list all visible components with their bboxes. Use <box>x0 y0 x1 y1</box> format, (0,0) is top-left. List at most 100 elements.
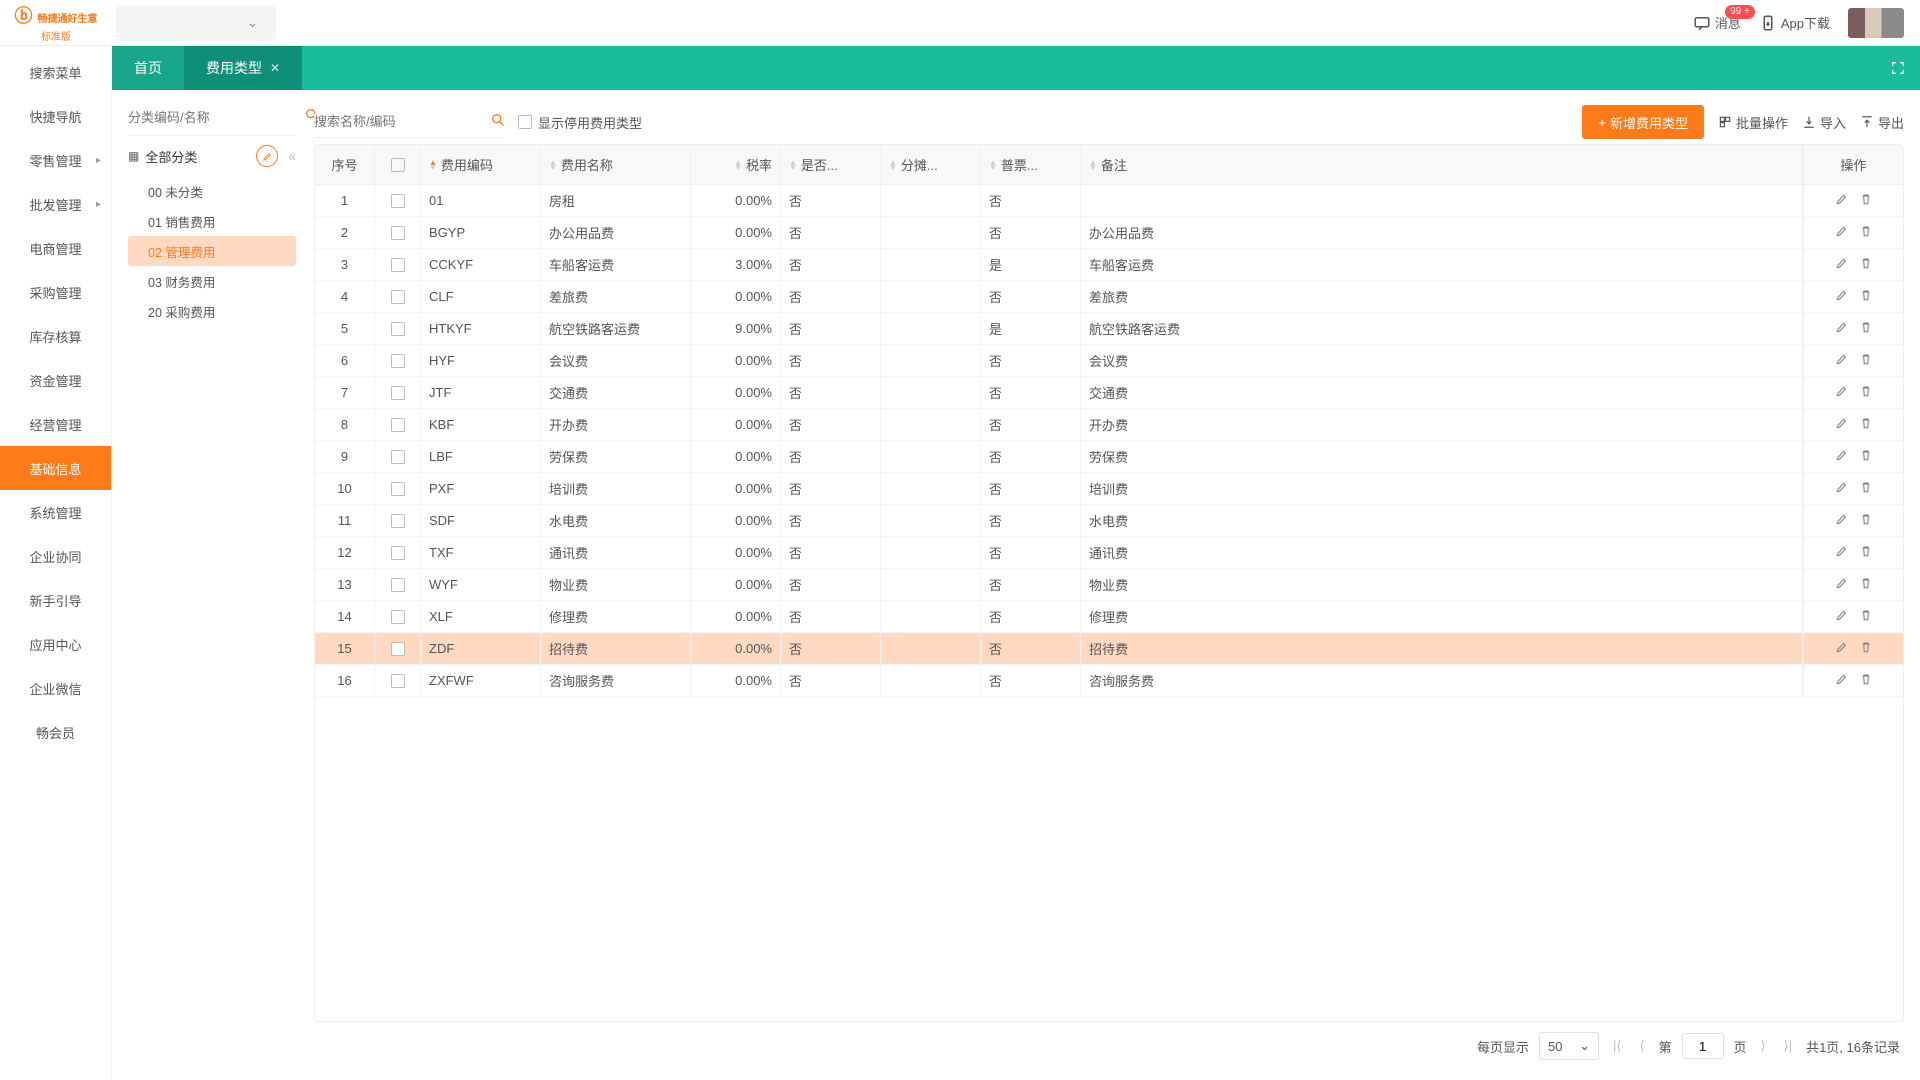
cell-checkbox[interactable] <box>375 537 421 568</box>
delete-row-button[interactable] <box>1859 608 1873 625</box>
delete-row-button[interactable] <box>1859 416 1873 433</box>
edit-row-button[interactable] <box>1835 320 1849 337</box>
table-row[interactable]: 16ZXFWF咨询服务费0.00%否否咨询服务费 <box>315 665 1903 697</box>
cell-checkbox[interactable] <box>375 313 421 344</box>
table-row[interactable]: 7JTF交通费0.00%否否交通费 <box>315 377 1903 409</box>
edit-row-button[interactable] <box>1835 608 1849 625</box>
category-item[interactable]: 02 管理费用 <box>128 236 296 266</box>
prev-page-button[interactable]: ⟨ <box>1635 1038 1648 1054</box>
cell-checkbox[interactable] <box>375 569 421 600</box>
col-bool2[interactable]: ▲▼分摊... <box>881 145 981 184</box>
cell-checkbox[interactable] <box>375 409 421 440</box>
delete-row-button[interactable] <box>1859 288 1873 305</box>
edit-row-button[interactable] <box>1835 192 1849 209</box>
new-expense-type-button[interactable]: + 新增费用类型 <box>1582 105 1704 139</box>
delete-row-button[interactable] <box>1859 224 1873 241</box>
edit-row-button[interactable] <box>1835 544 1849 561</box>
cell-checkbox[interactable] <box>375 217 421 248</box>
category-item[interactable]: 00 未分类 <box>128 176 296 206</box>
category-item[interactable]: 01 销售费用 <box>128 206 296 236</box>
table-row[interactable]: 10PXF培训费0.00%否否培训费 <box>315 473 1903 505</box>
per-page-select[interactable]: 50 ⌄ <box>1539 1032 1599 1060</box>
col-index[interactable]: 序号 <box>315 145 375 184</box>
edit-row-button[interactable] <box>1835 288 1849 305</box>
category-item[interactable]: 03 财务费用 <box>128 266 296 296</box>
category-search-input[interactable] <box>128 110 304 125</box>
cell-checkbox[interactable] <box>375 473 421 504</box>
cell-checkbox[interactable] <box>375 281 421 312</box>
cell-checkbox[interactable] <box>375 345 421 376</box>
table-row[interactable]: 13WYF物业费0.00%否否物业费 <box>315 569 1903 601</box>
edit-row-button[interactable] <box>1835 672 1849 689</box>
cell-checkbox[interactable] <box>375 665 421 696</box>
table-row[interactable]: 4CLF差旅费0.00%否否差旅费 <box>315 281 1903 313</box>
edit-row-button[interactable] <box>1835 448 1849 465</box>
sidebar-item[interactable]: 经营管理 <box>0 402 111 446</box>
category-edit-button[interactable] <box>256 145 278 167</box>
category-all-label[interactable]: 全部分类 <box>145 147 250 166</box>
edit-row-button[interactable] <box>1835 256 1849 273</box>
col-rate[interactable]: ▲▼税率 <box>691 145 781 184</box>
table-row[interactable]: 15ZDF招待费0.00%否否招待费 <box>315 633 1903 665</box>
table-row[interactable]: 5HTKYF航空铁路客运费9.00%否是航空铁路客运费 <box>315 313 1903 345</box>
fullscreen-button[interactable] <box>1876 46 1920 90</box>
edit-row-button[interactable] <box>1835 416 1849 433</box>
last-page-button[interactable]: ⟩| <box>1780 1038 1796 1054</box>
first-page-button[interactable]: |⟨ <box>1609 1038 1625 1054</box>
show-disabled-checkbox[interactable]: 显示停用费用类型 <box>518 113 642 132</box>
sidebar-item[interactable]: 基础信息 <box>0 446 111 490</box>
close-icon[interactable]: ✕ <box>270 61 280 75</box>
delete-row-button[interactable] <box>1859 672 1873 689</box>
messages-button[interactable]: 消息 99 + <box>1693 13 1741 32</box>
sidebar-item[interactable]: 搜索菜单 <box>0 50 111 94</box>
org-selector[interactable]: ⌄ <box>116 5 276 41</box>
app-download-button[interactable]: App下载 <box>1759 13 1830 32</box>
sidebar-item[interactable]: 快捷导航 <box>0 94 111 138</box>
sidebar-item[interactable]: 企业协同 <box>0 534 111 578</box>
edit-row-button[interactable] <box>1835 480 1849 497</box>
sidebar-item[interactable]: 采购管理 <box>0 270 111 314</box>
sidebar-item[interactable]: 畅会员 <box>0 710 111 754</box>
table-row[interactable]: 2BGYP办公用品费0.00%否否办公用品费 <box>315 217 1903 249</box>
edit-row-button[interactable] <box>1835 512 1849 529</box>
col-name[interactable]: ▲▼费用名称 <box>541 145 691 184</box>
col-bool3[interactable]: ▲▼普票... <box>981 145 1081 184</box>
table-row[interactable]: 12TXF通讯费0.00%否否通讯费 <box>315 537 1903 569</box>
sidebar-item[interactable]: 系统管理 <box>0 490 111 534</box>
cell-checkbox[interactable] <box>375 633 421 664</box>
sidebar-item[interactable]: 应用中心 <box>0 622 111 666</box>
table-row[interactable]: 8KBF开办费0.00%否否开办费 <box>315 409 1903 441</box>
table-row[interactable]: 11SDF水电费0.00%否否水电费 <box>315 505 1903 537</box>
sidebar-item[interactable]: 零售管理▸ <box>0 138 111 182</box>
cell-checkbox[interactable] <box>375 185 421 216</box>
tab-home[interactable]: 首页 <box>112 46 184 90</box>
table-row[interactable]: 9LBF劳保费0.00%否否劳保费 <box>315 441 1903 473</box>
delete-row-button[interactable] <box>1859 480 1873 497</box>
edit-row-button[interactable] <box>1835 384 1849 401</box>
delete-row-button[interactable] <box>1859 640 1873 657</box>
collapse-panel-icon[interactable]: « <box>288 148 296 164</box>
search-icon[interactable] <box>490 112 506 131</box>
sidebar-item[interactable]: 新手引导 <box>0 578 111 622</box>
col-note[interactable]: ▲▼备注 <box>1081 145 1803 184</box>
avatar[interactable] <box>1848 8 1904 38</box>
delete-row-button[interactable] <box>1859 448 1873 465</box>
delete-row-button[interactable] <box>1859 384 1873 401</box>
cell-checkbox[interactable] <box>375 441 421 472</box>
table-row[interactable]: 14XLF修理费0.00%否否修理费 <box>315 601 1903 633</box>
edit-row-button[interactable] <box>1835 640 1849 657</box>
delete-row-button[interactable] <box>1859 256 1873 273</box>
delete-row-button[interactable] <box>1859 192 1873 209</box>
edit-row-button[interactable] <box>1835 224 1849 241</box>
edit-row-button[interactable] <box>1835 352 1849 369</box>
sidebar-item[interactable]: 电商管理 <box>0 226 111 270</box>
sidebar-item[interactable]: 资金管理 <box>0 358 111 402</box>
delete-row-button[interactable] <box>1859 320 1873 337</box>
cell-checkbox[interactable] <box>375 377 421 408</box>
export-button[interactable]: 导出 <box>1860 113 1904 132</box>
delete-row-button[interactable] <box>1859 352 1873 369</box>
table-search-input[interactable] <box>314 114 490 129</box>
next-page-button[interactable]: ⟩ <box>1757 1038 1770 1054</box>
cell-checkbox[interactable] <box>375 249 421 280</box>
table-row[interactable]: 6HYF会议费0.00%否否会议费 <box>315 345 1903 377</box>
